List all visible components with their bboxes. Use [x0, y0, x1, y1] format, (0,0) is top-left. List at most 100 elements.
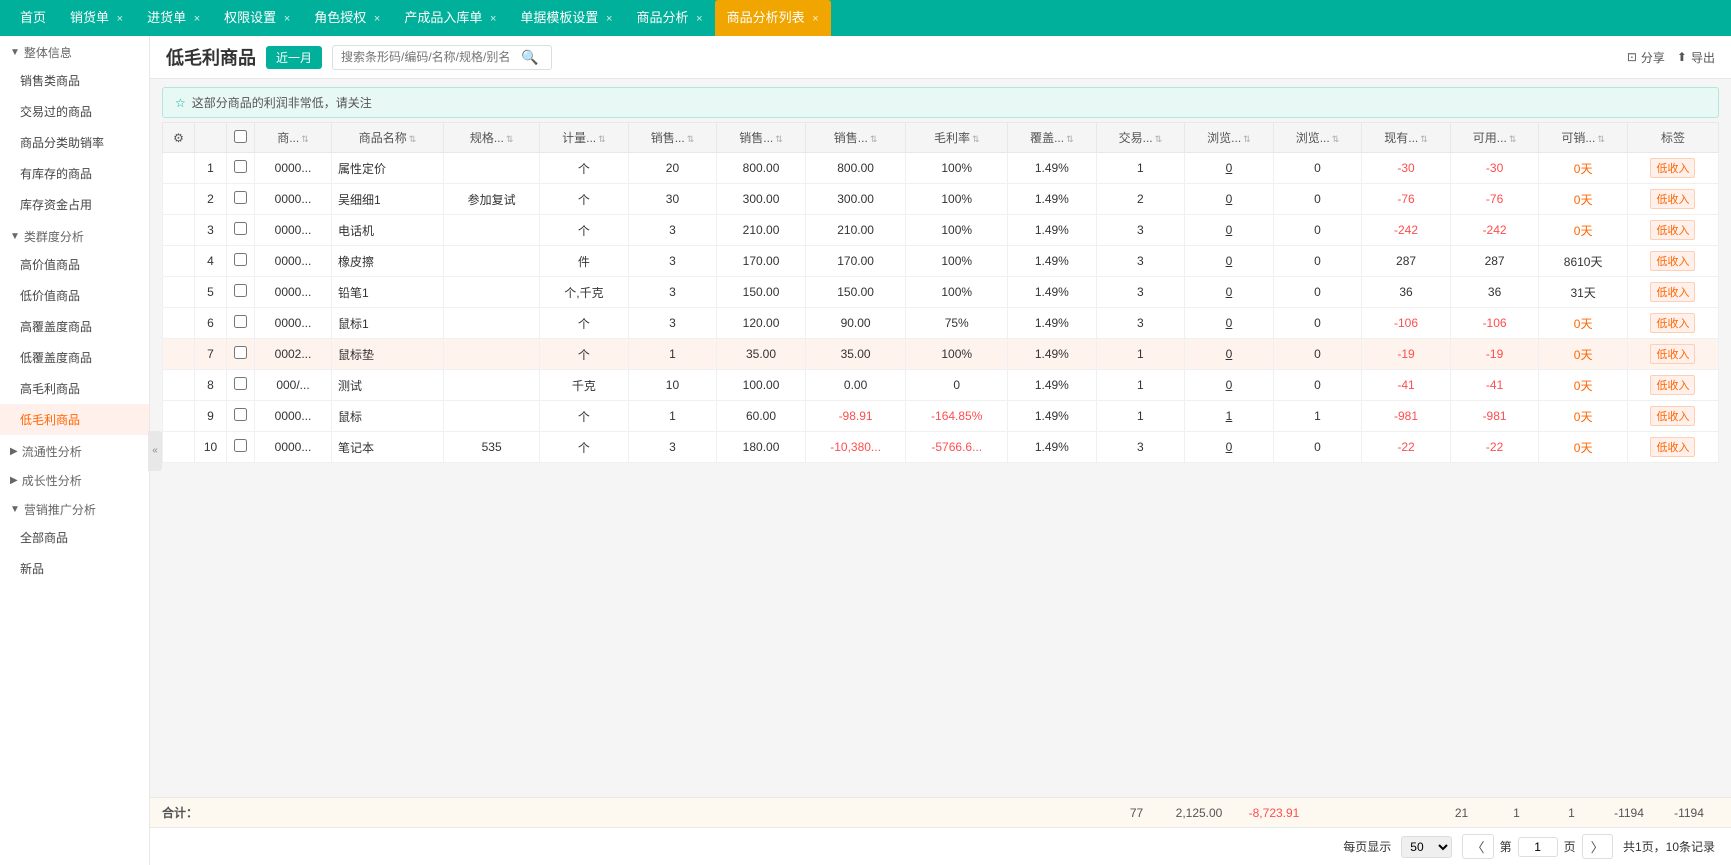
- cell-browse2: 0: [1273, 308, 1362, 339]
- sidebar-group-growth[interactable]: ▶ 成长性分析: [0, 464, 149, 493]
- nav-permissions-close[interactable]: ×: [284, 13, 290, 25]
- next-page-btn[interactable]: 〉: [1582, 834, 1613, 859]
- search-icon[interactable]: 🔍: [521, 49, 538, 66]
- sidebar-item-high-value[interactable]: 高价值商品: [0, 249, 149, 280]
- cell-saleable: 8610天: [1539, 246, 1628, 277]
- col-check[interactable]: [227, 123, 255, 153]
- sidebar-item-low-value[interactable]: 低价值商品: [0, 280, 149, 311]
- row-checkbox[interactable]: [234, 315, 247, 328]
- cell-sales-qty: 20: [628, 153, 717, 184]
- cell-num: 7: [195, 339, 227, 370]
- cell-check[interactable]: [227, 370, 255, 401]
- cell-browse1[interactable]: 0: [1185, 339, 1274, 370]
- cell-current-stock: -106: [1362, 308, 1451, 339]
- select-all-checkbox[interactable]: [234, 130, 247, 143]
- sidebar-group-cluster[interactable]: ▼ 类群度分析: [0, 220, 149, 249]
- row-checkbox[interactable]: [234, 346, 247, 359]
- nav-roles-close[interactable]: ×: [374, 13, 380, 25]
- cell-browse1[interactable]: 0: [1185, 184, 1274, 215]
- sidebar-group-marketing[interactable]: ▼ 营销推广分析: [0, 493, 149, 522]
- row-checkbox[interactable]: [234, 439, 247, 452]
- sidebar-item-in-stock[interactable]: 有库存的商品: [0, 158, 149, 189]
- nav-permissions[interactable]: 权限设置 ×: [212, 0, 302, 36]
- cell-browse1[interactable]: 0: [1185, 215, 1274, 246]
- sidebar-item-high-profit[interactable]: 高毛利商品: [0, 373, 149, 404]
- per-page-select[interactable]: 10 20 50 100: [1401, 836, 1452, 858]
- nav-purchase-close[interactable]: ×: [194, 13, 200, 25]
- cell-check[interactable]: [227, 339, 255, 370]
- cell-check[interactable]: [227, 215, 255, 246]
- cell-browse1[interactable]: 0: [1185, 246, 1274, 277]
- share-btn[interactable]: ⊡ 分享: [1627, 49, 1665, 66]
- nav-analysis-list-close[interactable]: ×: [812, 13, 818, 25]
- cell-profit-rate: 100%: [906, 339, 1008, 370]
- sidebar-group-circulation[interactable]: ▶ 流通性分析: [0, 435, 149, 464]
- cell-browse1[interactable]: 0: [1185, 432, 1274, 463]
- sidebar-item-new-products[interactable]: 新品: [0, 553, 149, 584]
- cell-browse1[interactable]: 0: [1185, 370, 1274, 401]
- nav-purchase[interactable]: 进货单 ×: [135, 0, 212, 36]
- nav-finished-goods-close[interactable]: ×: [490, 13, 496, 25]
- row-checkbox[interactable]: [234, 222, 247, 235]
- cell-unit: 个: [540, 153, 629, 184]
- cell-check[interactable]: [227, 432, 255, 463]
- cell-check[interactable]: [227, 153, 255, 184]
- sidebar-item-category-rate[interactable]: 商品分类助销率: [0, 127, 149, 158]
- cell-profit-rate: 100%: [906, 215, 1008, 246]
- cell-check[interactable]: [227, 184, 255, 215]
- nav-sales[interactable]: 销货单 ×: [58, 0, 135, 36]
- cell-name: 铅笔1: [331, 277, 443, 308]
- cell-check[interactable]: [227, 308, 255, 339]
- prev-page-btn[interactable]: 〈: [1462, 834, 1493, 859]
- col-profit-rate: 毛利率⇅: [906, 123, 1008, 153]
- nav-finished-goods[interactable]: 产成品入库单 ×: [392, 0, 508, 36]
- row-checkbox[interactable]: [234, 160, 247, 173]
- cell-profit-rate: 100%: [906, 184, 1008, 215]
- cell-unit: 个: [540, 308, 629, 339]
- cell-code: 000/...: [255, 370, 332, 401]
- nav-home[interactable]: 首页: [8, 0, 58, 36]
- nav-analysis-list[interactable]: 商品分析列表 ×: [715, 0, 831, 36]
- cell-unit: 件: [540, 246, 629, 277]
- search-input[interactable]: [341, 50, 521, 64]
- cell-browse1[interactable]: 0: [1185, 277, 1274, 308]
- row-checkbox[interactable]: [234, 191, 247, 204]
- sidebar-item-high-coverage[interactable]: 高覆盖度商品: [0, 311, 149, 342]
- date-filter-btn[interactable]: 近一月: [266, 46, 322, 69]
- sidebar-collapse-btn[interactable]: «: [148, 431, 162, 471]
- export-btn[interactable]: ⬆ 导出: [1677, 49, 1715, 66]
- nav-roles[interactable]: 角色授权 ×: [302, 0, 392, 36]
- sidebar-item-low-coverage[interactable]: 低覆盖度商品: [0, 342, 149, 373]
- cell-tag: 低收入: [1627, 184, 1718, 215]
- row-checkbox[interactable]: [234, 284, 247, 297]
- row-checkbox[interactable]: [234, 377, 247, 390]
- col-settings[interactable]: ⚙: [163, 123, 195, 153]
- sidebar-group-overall[interactable]: ▼ 整体信息: [0, 36, 149, 65]
- cell-browse1[interactable]: 0: [1185, 308, 1274, 339]
- sidebar-item-traded-products[interactable]: 交易过的商品: [0, 96, 149, 127]
- row-checkbox[interactable]: [234, 408, 247, 421]
- col-browse1: 浏览...⇅: [1185, 123, 1274, 153]
- overall-arrow: ▼: [10, 47, 20, 58]
- cell-sales-price: 60.00: [717, 401, 806, 432]
- sidebar-item-capital[interactable]: 库存资金占用: [0, 189, 149, 220]
- table-row: 8 000/... 测试 千克 10 100.00 0.00 0 1.49% 1…: [163, 370, 1719, 401]
- nav-product-analysis-close[interactable]: ×: [696, 13, 702, 25]
- cell-saleable: 0天: [1539, 184, 1628, 215]
- row-checkbox[interactable]: [234, 253, 247, 266]
- cell-check[interactable]: [227, 246, 255, 277]
- table-wrapper[interactable]: ⚙ 商...⇅ 商品名称⇅ 规格...⇅ 计量...⇅ 销售...⇅ 销售...…: [162, 122, 1719, 797]
- sidebar-item-all-products[interactable]: 全部商品: [0, 522, 149, 553]
- nav-product-analysis[interactable]: 商品分析 ×: [624, 0, 714, 36]
- cell-saleable: 0天: [1539, 153, 1628, 184]
- cell-check[interactable]: [227, 277, 255, 308]
- cell-browse1[interactable]: 0: [1185, 153, 1274, 184]
- cell-browse1[interactable]: 1: [1185, 401, 1274, 432]
- nav-sales-close[interactable]: ×: [117, 13, 123, 25]
- cell-check[interactable]: [227, 401, 255, 432]
- page-number-input[interactable]: [1518, 837, 1558, 857]
- sidebar-item-sales-products[interactable]: 销售类商品: [0, 65, 149, 96]
- sidebar-item-low-profit[interactable]: 低毛利商品: [0, 404, 149, 435]
- nav-template[interactable]: 单据模板设置 ×: [508, 0, 624, 36]
- nav-template-close[interactable]: ×: [606, 13, 612, 25]
